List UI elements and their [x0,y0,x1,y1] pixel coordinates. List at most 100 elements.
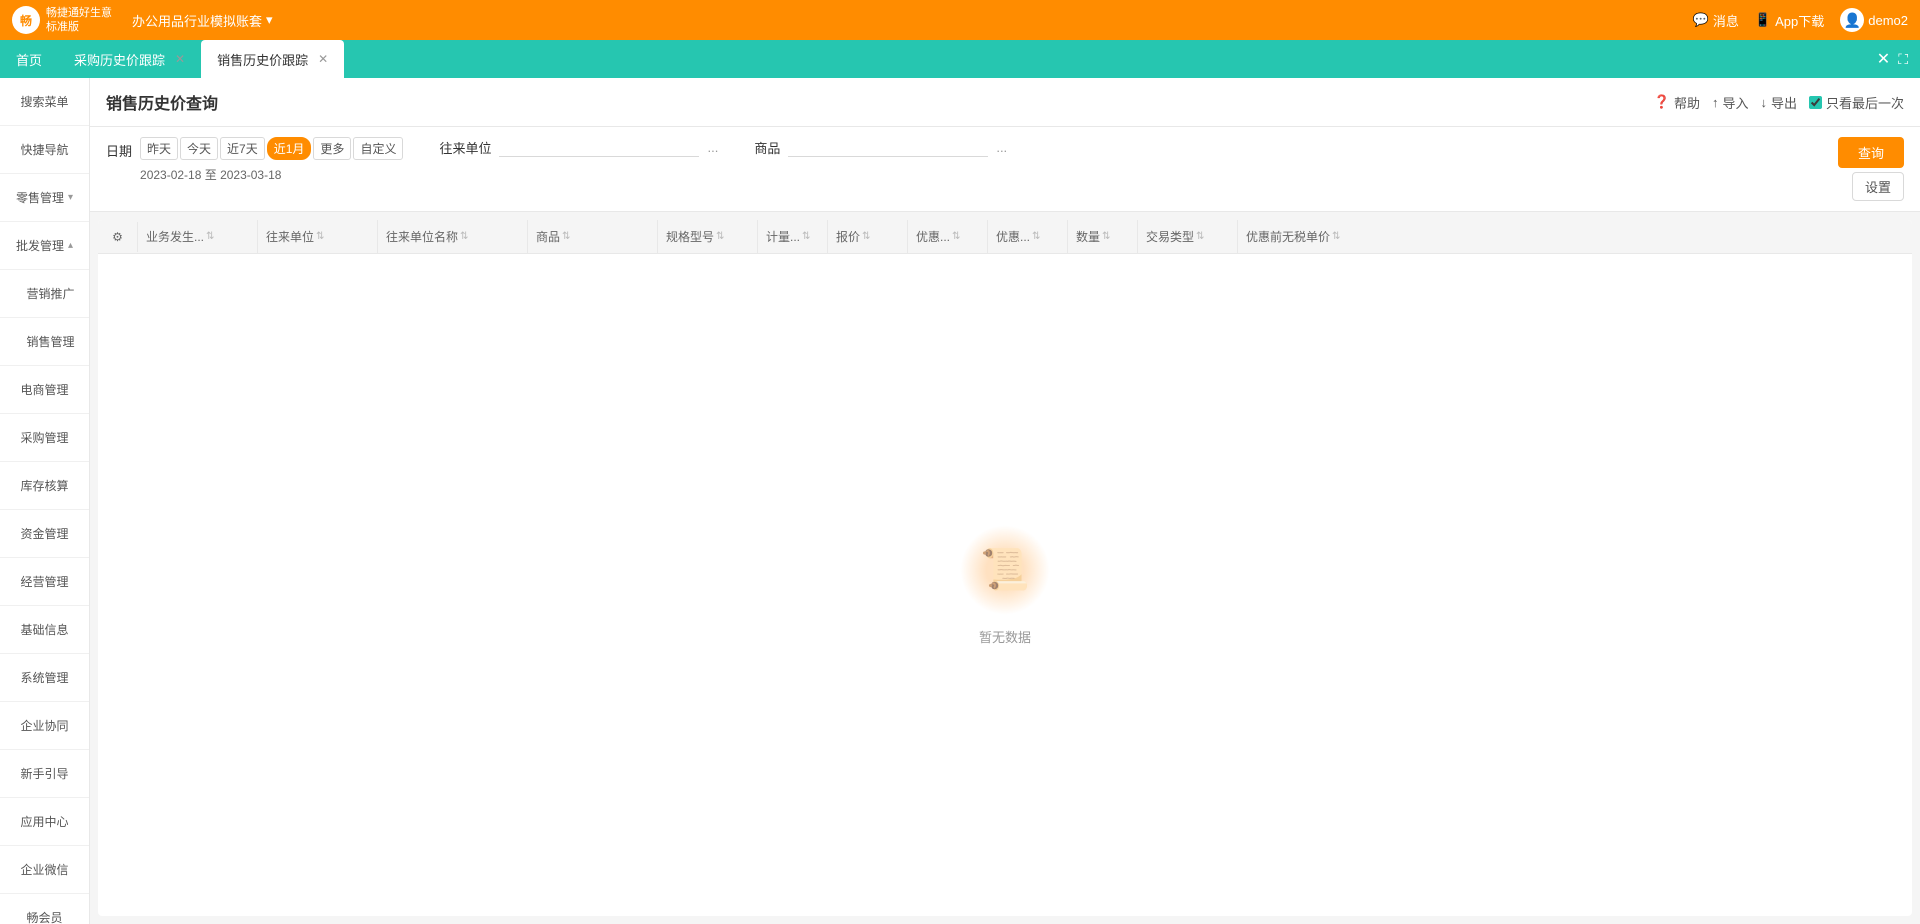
sidebar-item-cooperation[interactable]: 企业协同 [0,702,89,750]
tab-bar: 首页 采购历史价跟踪 ✕ 销售历史价跟踪 ✕ ✕ ⛶ [0,40,1920,78]
sidebar-item-marketing[interactable]: 营销推广 [0,270,89,318]
help-action[interactable]: ❓ 帮助 [1654,93,1700,112]
date-btn-custom[interactable]: 自定义 [353,137,403,160]
message-icon: 💬 [1693,12,1709,28]
sidebar-item-apps[interactable]: 应用中心 [0,798,89,846]
table-header: ⚙ 业务发生... ⇅ 往来单位 ⇅ 往来单位名称 ⇅ 商品 ⇅ [98,220,1912,254]
unit-dots: ... [707,140,718,155]
unit-input[interactable] [499,137,699,157]
top-bar: 畅 畅捷通好生意 标准版 办公用品行业模拟账套 ▾ 💬 消息 📱 App下载 👤… [0,0,1920,40]
sort-icon-notax: ⇅ [1332,231,1340,242]
sidebar-item-quick-nav[interactable]: 快捷导航 [0,126,89,174]
product-filter: 商品 ... [754,137,1007,157]
date-btn-today[interactable]: 今天 [180,137,218,160]
th-unit-code[interactable]: 往来单位 ⇅ [258,220,378,253]
close-all-tabs[interactable]: ✕ [1877,49,1890,69]
sort-icon-unit2: ⇅ [802,231,810,242]
th-date[interactable]: 业务发生... ⇅ [138,220,258,253]
empty-illustration: 📜 [960,525,1050,615]
sidebar-item-wholesale[interactable]: 批发管理 ▴ [0,222,89,270]
th-unit-name[interactable]: 往来单位名称 ⇅ [378,220,528,253]
sidebar-item-wechat[interactable]: 企业微信 [0,846,89,894]
company-title[interactable]: 办公用品行业模拟账套 ▾ [132,11,273,30]
sort-icon-unit: ⇅ [316,231,324,242]
sidebar-item-guide[interactable]: 新手引导 [0,750,89,798]
sort-icon-date: ⇅ [206,231,214,242]
export-icon: ↓ [1760,95,1767,110]
th-gear[interactable]: ⚙ [98,222,138,252]
sidebar-item-operations[interactable]: 经营管理 [0,558,89,606]
tab-sales-close[interactable]: ✕ [318,52,328,66]
filter-bar: 日期 昨天 今天 近7天 近1月 更多 自定义 2023-02-18 至 202… [90,127,1920,212]
empty-text: 暂无数据 [979,627,1031,646]
th-spec[interactable]: 规格型号 ⇅ [658,220,758,253]
sidebar-item-purchase-mgmt[interactable]: 采购管理 [0,414,89,462]
page-title: 销售历史价查询 [106,90,218,126]
sort-icon-discount2: ⇅ [1032,231,1040,242]
gear-icon: ⚙ [112,230,123,244]
fullscreen-icon[interactable]: ⛶ [1898,51,1908,68]
th-calc-unit[interactable]: 计量... ⇅ [758,220,828,253]
app-download-item[interactable]: 📱 App下载 [1755,11,1824,30]
sidebar-item-member[interactable]: 畅会员 [0,894,89,924]
tab-purchase-close[interactable]: ✕ [175,52,185,66]
date-label: 日期 [106,137,132,160]
product-input[interactable] [788,137,988,157]
th-product[interactable]: 商品 ⇅ [528,220,658,253]
export-action[interactable]: ↓ 导出 [1760,93,1797,112]
product-label: 商品 [754,138,780,157]
sort-icon-discount1: ⇅ [952,231,960,242]
th-discount2[interactable]: 优惠... ⇅ [988,220,1068,253]
only-last-checkbox[interactable] [1809,96,1822,109]
th-price[interactable]: 报价 ⇅ [828,220,908,253]
only-last-checkbox-container[interactable]: 只看最后一次 [1809,93,1904,112]
sidebar-item-inventory[interactable]: 库存核算 [0,462,89,510]
page-header: 销售历史价查询 ❓ 帮助 ↑ 导入 ↓ 导出 只看最后一次 [90,78,1920,127]
avatar-icon: 👤 [1840,8,1864,32]
date-btn-last1month[interactable]: 近1月 [267,137,312,160]
sidebar-item-search-menu[interactable]: 搜索菜单 [0,78,89,126]
tab-home[interactable]: 首页 [0,40,58,78]
chevron-up-icon: ▴ [68,240,73,251]
sidebar-item-retail[interactable]: 零售管理 ▾ [0,174,89,222]
content-area: 销售历史价查询 ❓ 帮助 ↑ 导入 ↓ 导出 只看最后一次 [90,78,1920,924]
sort-icon-qty: ⇅ [1102,231,1110,242]
sort-icon-trade: ⇅ [1196,231,1204,242]
query-button[interactable]: 查询 [1838,137,1904,168]
date-btn-more[interactable]: 更多 [313,137,351,160]
sidebar: 搜索菜单 快捷导航 零售管理 ▾ 批发管理 ▴ 营销推广 销售管理 电商管理 采… [0,78,90,924]
message-item[interactable]: 💬 消息 [1693,11,1739,30]
th-qty[interactable]: 数量 ⇅ [1068,220,1138,253]
sort-icon-unit-name: ⇅ [460,231,468,242]
sort-icon-spec: ⇅ [716,231,724,242]
empty-state: 📜 暂无数据 [98,254,1912,916]
user-avatar[interactable]: 👤 demo2 [1840,8,1908,32]
logo-icon: 畅 [12,6,40,34]
phone-icon: 📱 [1755,12,1771,28]
sidebar-item-basics[interactable]: 基础信息 [0,606,89,654]
logo-text: 畅捷通好生意 标准版 [46,6,112,35]
sidebar-item-finance[interactable]: 资金管理 [0,510,89,558]
table-container: ⚙ 业务发生... ⇅ 往来单位 ⇅ 往来单位名称 ⇅ 商品 ⇅ [98,220,1912,916]
th-notax-price[interactable]: 优惠前无税单价 ⇅ [1238,220,1912,253]
setting-button[interactable]: 设置 [1852,172,1904,201]
date-range-display: 2023-02-18 至 2023-03-18 [140,166,403,183]
date-btn-last7[interactable]: 近7天 [220,137,265,160]
chevron-down-icon: ▾ [68,192,73,203]
th-trade-type[interactable]: 交易类型 ⇅ [1138,220,1238,253]
sidebar-item-sales-mgmt[interactable]: 销售管理 [0,318,89,366]
help-icon: ❓ [1654,94,1670,110]
date-btn-group: 昨天 今天 近7天 近1月 更多 自定义 [140,137,403,160]
page-header-actions: ❓ 帮助 ↑ 导入 ↓ 导出 只看最后一次 [1654,93,1904,124]
tab-purchase-history[interactable]: 采购历史价跟踪 ✕ [58,40,201,78]
import-icon: ↑ [1712,95,1719,110]
th-discount1[interactable]: 优惠... ⇅ [908,220,988,253]
main-layout: 搜索菜单 快捷导航 零售管理 ▾ 批发管理 ▴ 营销推广 销售管理 电商管理 采… [0,78,1920,924]
sidebar-item-ecommerce[interactable]: 电商管理 [0,366,89,414]
sidebar-item-system[interactable]: 系统管理 [0,654,89,702]
top-bar-right: 💬 消息 📱 App下载 👤 demo2 [1693,8,1908,32]
sort-icon-price: ⇅ [862,231,870,242]
date-btn-yesterday[interactable]: 昨天 [140,137,178,160]
tab-sales-history[interactable]: 销售历史价跟踪 ✕ [201,40,344,78]
import-action[interactable]: ↑ 导入 [1712,93,1749,112]
